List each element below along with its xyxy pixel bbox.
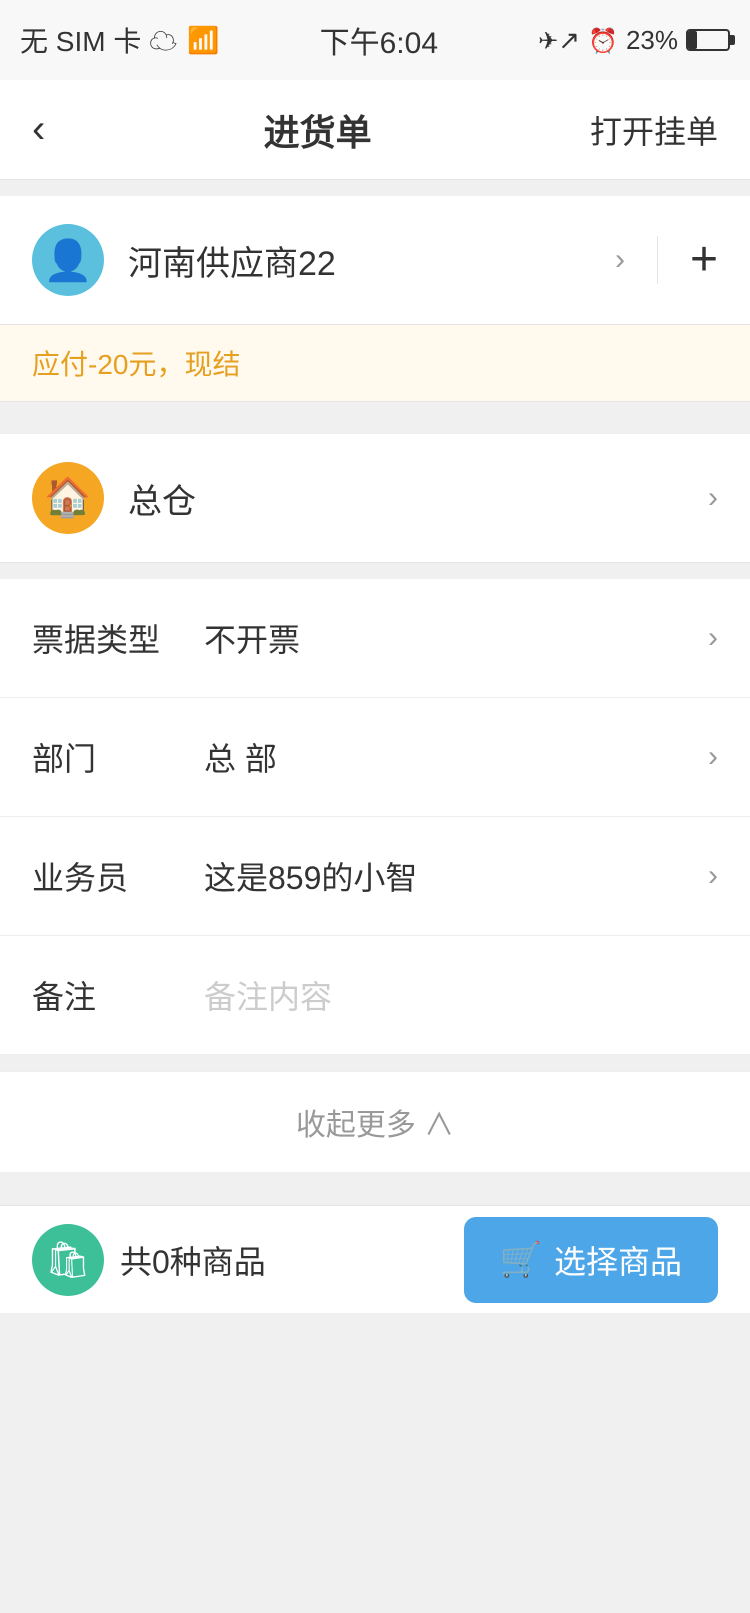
warehouse-chevron-icon: ›	[708, 481, 718, 515]
remark-input[interactable]: 备注内容	[204, 972, 718, 1018]
product-icon-wrap: 🛍	[32, 1224, 104, 1296]
nav-bar: ‹ 进货单 打开挂单	[0, 80, 750, 180]
warehouse-icon-wrap: 🏠	[32, 462, 104, 534]
salesperson-label: 业务员	[32, 853, 172, 899]
form-section: 票据类型 不开票 › 部门 总 部 › 业务员 这是859的小智 › 备注 备注…	[0, 579, 750, 1055]
remark-label: 备注	[32, 972, 172, 1018]
notice-banner: 应付-20元，现结	[0, 325, 750, 402]
select-product-button[interactable]: 🛒 选择商品	[464, 1217, 718, 1303]
salesperson-value: 这是859的小智	[204, 853, 708, 899]
collapse-label: 收起更多 ∧	[296, 1100, 454, 1144]
battery-percent: 23%	[626, 25, 678, 56]
status-left: 无 SIM 卡 ☁	[20, 20, 220, 60]
supplier-chevron-icon: ›	[615, 243, 625, 277]
status-time: 下午6:04	[320, 18, 438, 62]
warehouse-name: 总仓	[128, 474, 708, 523]
salesperson-chevron-icon: ›	[708, 859, 718, 893]
invoice-type-row[interactable]: 票据类型 不开票 ›	[0, 579, 750, 698]
section-divider-2	[0, 402, 750, 418]
invoice-type-value: 不开票	[204, 615, 708, 661]
department-value: 总 部	[204, 734, 708, 780]
select-product-icon: 🛒	[500, 1240, 542, 1280]
back-button[interactable]: ‹	[32, 107, 45, 152]
section-divider-1	[0, 180, 750, 196]
open-pending-button[interactable]: 打开挂单	[590, 107, 718, 153]
department-label: 部门	[32, 734, 172, 780]
avatar-icon: 👤	[43, 237, 93, 284]
wifi-icon	[187, 24, 219, 56]
product-count-text: 共0种商品	[120, 1237, 266, 1283]
collapse-row[interactable]: 收起更多 ∧	[0, 1071, 750, 1173]
warehouse-row[interactable]: 🏠 总仓 ›	[0, 434, 750, 563]
supplier-row[interactable]: 👤 河南供应商22 › +	[0, 196, 750, 325]
page-title: 进货单	[264, 104, 372, 156]
supplier-name: 河南供应商22	[128, 236, 615, 285]
department-row[interactable]: 部门 总 部 ›	[0, 698, 750, 817]
bottom-content-area	[0, 1313, 750, 1613]
status-bar: 无 SIM 卡 ☁ 下午6:04 ↗ 23%	[0, 0, 750, 80]
alarm-icon	[588, 25, 618, 56]
invoice-type-label: 票据类型	[32, 615, 172, 661]
salesperson-row[interactable]: 业务员 这是859的小智 ›	[0, 817, 750, 936]
bottom-bar: 🛍 共0种商品 🛒 选择商品	[0, 1205, 750, 1313]
add-supplier-button[interactable]: +	[657, 236, 718, 284]
remark-row[interactable]: 备注 备注内容	[0, 936, 750, 1055]
supplier-avatar: 👤	[32, 224, 104, 296]
product-count-wrap: 🛍 共0种商品	[32, 1224, 266, 1296]
select-product-label: 选择商品	[554, 1237, 682, 1283]
invoice-type-chevron-icon: ›	[708, 621, 718, 655]
notice-text: 应付-20元，现结	[32, 349, 240, 380]
product-icon: 🛍	[45, 1239, 91, 1281]
sim-status: 无 SIM 卡 ☁	[20, 20, 177, 60]
status-right: ↗ 23%	[538, 25, 730, 56]
location-icon: ↗	[538, 25, 580, 56]
warehouse-icon: 🏠	[44, 476, 91, 520]
section-divider-3	[0, 1173, 750, 1189]
department-chevron-icon: ›	[708, 740, 718, 774]
battery-icon	[686, 29, 730, 51]
